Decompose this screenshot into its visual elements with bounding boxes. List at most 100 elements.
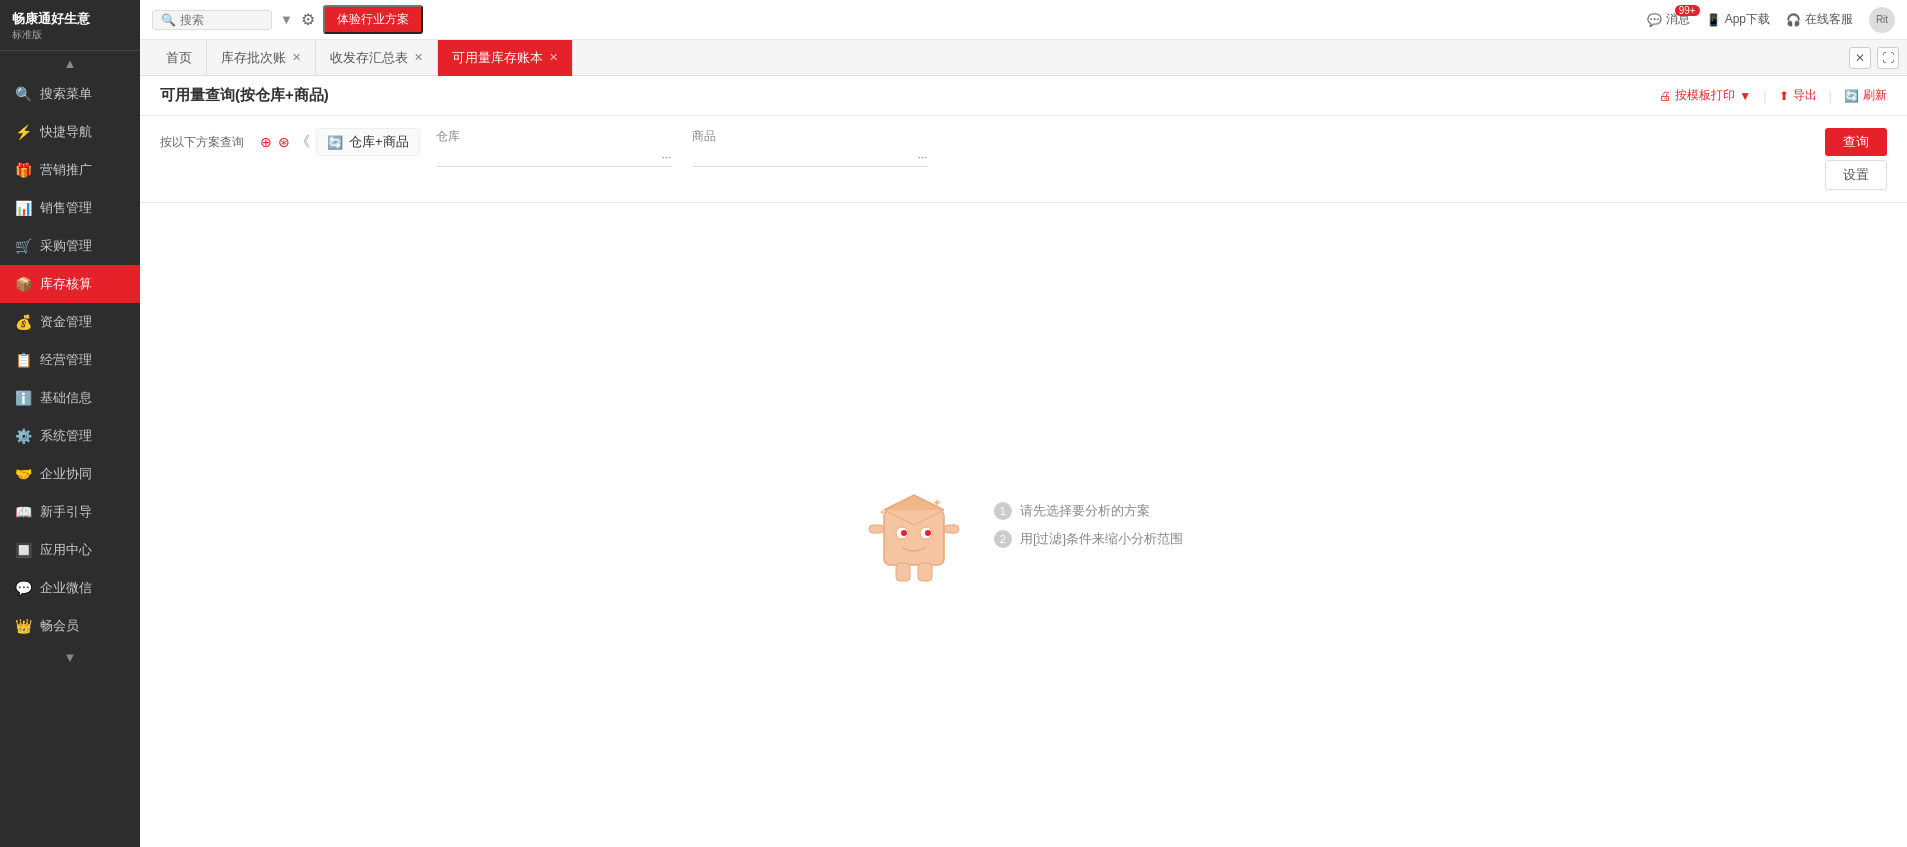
filter-fields: 仓库 ··· 商品 ···: [436, 128, 1809, 167]
warehouse-label: 仓库: [436, 128, 672, 145]
topbar-dropdown-icon[interactable]: ▼: [280, 12, 293, 27]
scheme-collapse-icon[interactable]: 《: [296, 133, 310, 151]
search-input[interactable]: [180, 13, 260, 27]
avatar-text: Rit: [1876, 14, 1888, 25]
scheme-cycle-icon: 🔄: [327, 135, 343, 150]
box-icon: 📦: [14, 276, 32, 292]
message-badge: 99+: [1675, 5, 1700, 16]
tip-num-2: 2: [994, 530, 1012, 548]
cart-icon: 🛒: [14, 238, 32, 254]
svg-rect-5: [869, 525, 884, 533]
sidebar-item-basics[interactable]: ℹ️ 基础信息: [0, 379, 140, 417]
warehouse-more-icon[interactable]: ···: [662, 150, 672, 164]
online-service-action[interactable]: 🎧 在线客服: [1786, 11, 1853, 28]
tab-available-ledger[interactable]: 可用量库存账本 ✕: [438, 40, 573, 76]
empty-tip-1: 1 请先选择要分析的方案: [994, 502, 1183, 520]
export-button[interactable]: ⬆ 导出: [1779, 87, 1817, 104]
page-title: 可用量查询(按仓库+商品): [160, 86, 329, 105]
sidebar-item-marketing[interactable]: 🎁 营销推广: [0, 151, 140, 189]
sidebar-item-purchase[interactable]: 🛒 采购管理: [0, 227, 140, 265]
app-download-action[interactable]: 📱 App下载: [1706, 11, 1770, 28]
tab-home-label: 首页: [166, 49, 192, 67]
sidebar-item-member[interactable]: 👑 畅会员: [0, 607, 140, 645]
export-icon: ⬆: [1779, 89, 1789, 103]
sidebar-item-system[interactable]: ⚙️ 系统管理: [0, 417, 140, 455]
app-download-label: App下载: [1725, 11, 1770, 28]
refresh-icon: 🔄: [1844, 89, 1859, 103]
empty-icon: ✦ ✦: [864, 475, 964, 575]
sidebar-item-search[interactable]: 🔍 搜索菜单: [0, 75, 140, 113]
logo-title: 畅康通好生意: [12, 10, 128, 28]
sidebar-item-guide[interactable]: 📖 新手引导: [0, 493, 140, 531]
refresh-label: 刷新: [1863, 87, 1887, 104]
grid-icon: 🔲: [14, 542, 32, 558]
sidebar-item-finance[interactable]: 💰 资金管理: [0, 303, 140, 341]
tab-receive-summary-label: 收发存汇总表: [330, 49, 408, 67]
user-avatar[interactable]: Rit: [1869, 7, 1895, 33]
topbar-search-box[interactable]: 🔍: [152, 10, 272, 30]
filter-field-warehouse: 仓库 ···: [436, 128, 672, 167]
print-dropdown-icon[interactable]: ▼: [1739, 89, 1751, 103]
sidebar-item-label: 经营管理: [40, 351, 92, 369]
tabs-bar-right: ✕ ⛶: [1849, 47, 1899, 69]
gear-icon[interactable]: ⚙: [301, 10, 315, 29]
sidebar-item-inventory[interactable]: 📦 库存核算: [0, 265, 140, 303]
tab-expand-button[interactable]: ⛶: [1877, 47, 1899, 69]
filter-label: 按以下方案查询: [160, 128, 244, 151]
tab-close-all-button[interactable]: ✕: [1849, 47, 1871, 69]
tab-receive-summary-close[interactable]: ✕: [414, 51, 423, 64]
sidebar-item-label: 快捷导航: [40, 123, 92, 141]
query-button[interactable]: 查询: [1825, 128, 1887, 156]
sidebar-item-shortcuts[interactable]: ⚡ 快捷导航: [0, 113, 140, 151]
topbar-actions: 💬 消息 99+ 📱 App下载 🎧 在线客服 Rit: [1647, 7, 1895, 33]
divider: |: [1763, 88, 1766, 103]
print-template-button[interactable]: 🖨 按模板打印 ▼: [1659, 87, 1751, 104]
sidebar-scroll-up[interactable]: ▲: [0, 51, 140, 75]
product-input[interactable]: [692, 149, 912, 164]
tab-batch-ledger-label: 库存批次账: [221, 49, 286, 67]
filter-area: 按以下方案查询 ⊕ ⊛ 《 🔄 仓库+商品 仓库 ···: [140, 116, 1907, 203]
tabs-bar: 首页 库存批次账 ✕ 收发存汇总表 ✕ 可用量库存账本 ✕ ✕ ⛶: [140, 40, 1907, 76]
sidebar-nav: ▲ 🔍 搜索菜单 ⚡ 快捷导航 🎁 营销推广 📊 销售管理 🛒 采购管理 📦 库…: [0, 51, 140, 847]
experience-button[interactable]: 体验行业方案: [323, 5, 423, 34]
empty-tips: 1 请先选择要分析的方案 2 用[过滤]条件来缩小分析范围: [994, 502, 1183, 548]
filter-scheme: ⊕ ⊛ 《 🔄 仓库+商品: [260, 128, 420, 156]
tab-available-ledger-close[interactable]: ✕: [549, 51, 558, 64]
tip-text-2: 用[过滤]条件来缩小分析范围: [1020, 530, 1183, 548]
warehouse-input-wrapper: ···: [436, 147, 672, 167]
tab-batch-ledger-close[interactable]: ✕: [292, 51, 301, 64]
product-label: 商品: [692, 128, 928, 145]
svg-point-4: [925, 530, 931, 536]
sidebar-item-app-center[interactable]: 🔲 应用中心: [0, 531, 140, 569]
tab-home[interactable]: 首页: [152, 40, 207, 76]
sidebar-item-label: 企业微信: [40, 579, 92, 597]
tab-batch-ledger[interactable]: 库存批次账 ✕: [207, 40, 316, 76]
refresh-button[interactable]: 🔄 刷新: [1844, 87, 1887, 104]
sidebar-scroll-down[interactable]: ▼: [0, 645, 140, 669]
sidebar-item-sales[interactable]: 📊 销售管理: [0, 189, 140, 227]
message-action[interactable]: 💬 消息 99+: [1647, 11, 1690, 28]
sidebar-logo: 畅康通好生意 标准版: [0, 0, 140, 51]
sidebar-item-label: 系统管理: [40, 427, 92, 445]
setting-button[interactable]: 设置: [1825, 160, 1887, 190]
scheme-item[interactable]: 🔄 仓库+商品: [316, 128, 420, 156]
filter-actions: 查询 设置: [1825, 128, 1887, 190]
warehouse-input[interactable]: [436, 149, 656, 164]
message-icon: 💬: [1647, 13, 1662, 27]
tip-num-1: 1: [994, 502, 1012, 520]
scheme-settings-icon[interactable]: ⊛: [278, 134, 290, 150]
sidebar-item-enterprise-wechat[interactable]: 💬 企业微信: [0, 569, 140, 607]
gift-icon: 🎁: [14, 162, 32, 178]
wechat-icon: 💬: [14, 580, 32, 596]
tab-receive-summary[interactable]: 收发存汇总表 ✕: [316, 40, 438, 76]
chart-icon: 📊: [14, 200, 32, 216]
sidebar-item-operations[interactable]: 📋 经营管理: [0, 341, 140, 379]
product-more-icon[interactable]: ···: [918, 150, 928, 164]
svg-point-3: [901, 530, 907, 536]
svg-text:✦: ✦: [932, 496, 942, 510]
sidebar-item-enterprise-coop[interactable]: 🤝 企业协同: [0, 455, 140, 493]
settings-icon: ⚙️: [14, 428, 32, 444]
scheme-add-icon[interactable]: ⊕: [260, 134, 272, 150]
content-body: ✦ ✦ 1 请先选择要分析的方案 2 用[过滤]条件来缩小分析范围: [140, 203, 1907, 847]
empty-state: ✦ ✦ 1 请先选择要分析的方案 2 用[过滤]条件来缩小分析范围: [864, 475, 1183, 575]
